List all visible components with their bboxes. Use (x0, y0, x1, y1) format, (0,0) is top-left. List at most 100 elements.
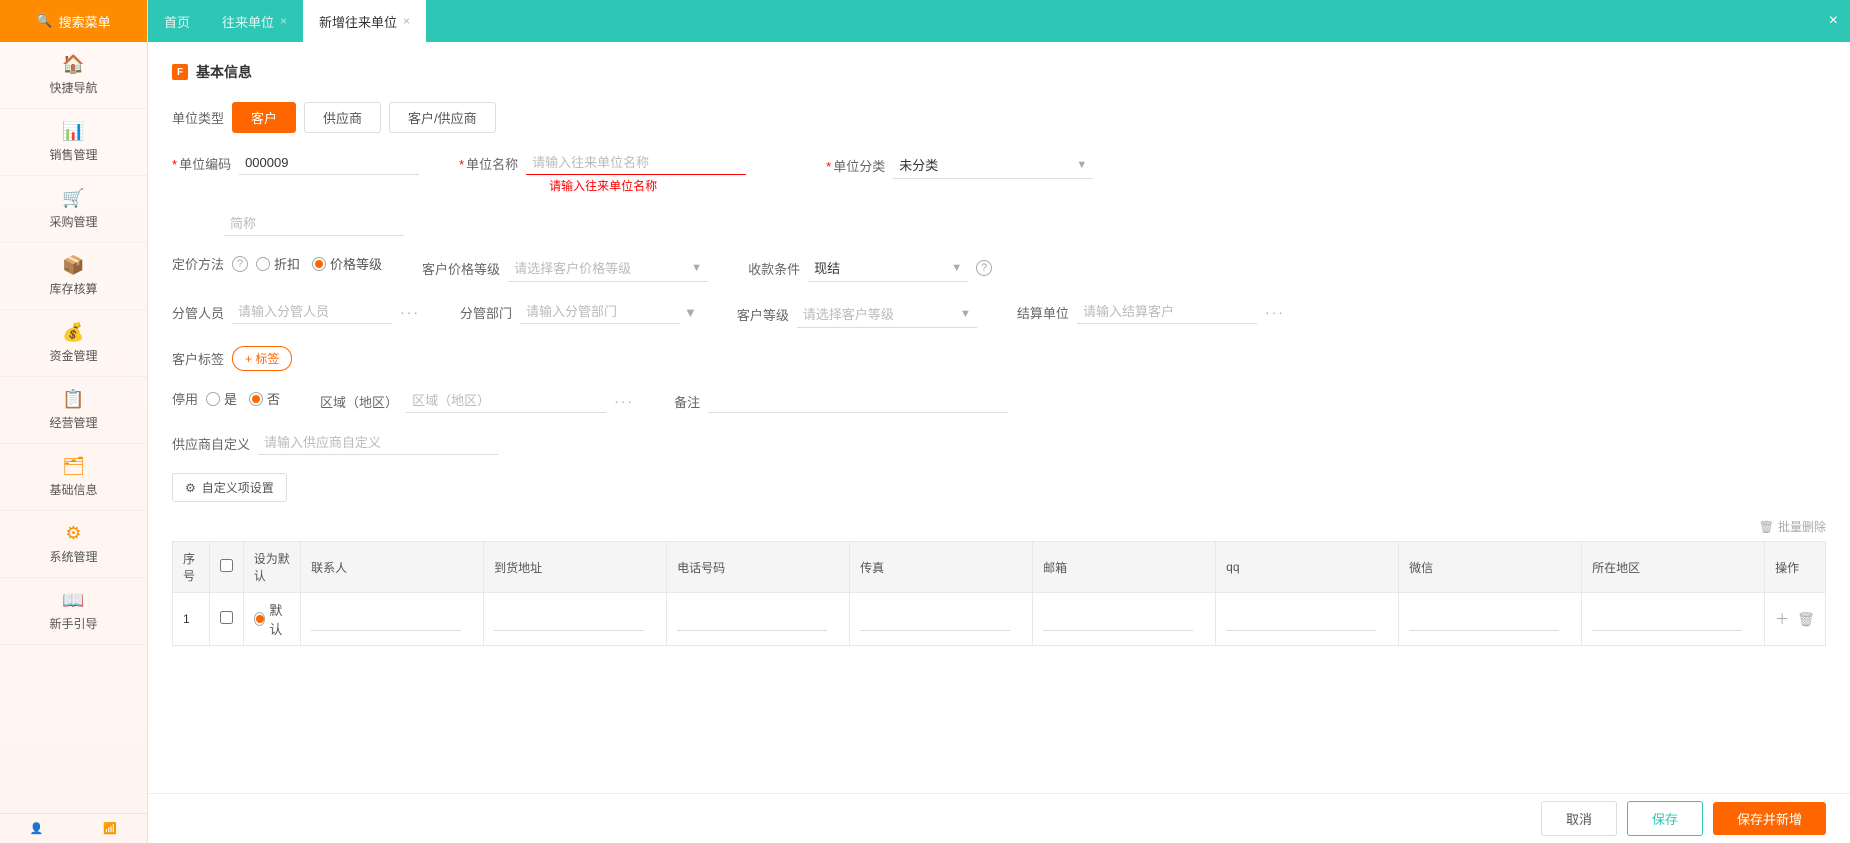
tab-new-contact-close[interactable]: × (403, 14, 410, 28)
add-tag-button[interactable]: + 标签 (232, 346, 292, 371)
sidebar-item-guide[interactable]: 📖 新手引导 (0, 578, 147, 645)
check-all[interactable] (220, 559, 233, 572)
search-icon: 🔍 (36, 13, 52, 29)
tab-new-contact[interactable]: 新增往来单位 × (303, 0, 426, 42)
tab-contacts-label: 往来单位 (222, 12, 274, 31)
batch-delete-label[interactable]: 批量删除 (1778, 518, 1826, 535)
batch-delete-area: 🗑 批量删除 (172, 518, 1826, 535)
row-email-input[interactable] (1043, 607, 1193, 631)
row-contact-input[interactable] (311, 607, 461, 631)
disabled-label: 停用 (172, 389, 198, 408)
settlement-unit-input[interactable] (1077, 300, 1257, 324)
row-delete-icon[interactable]: 🗑 (1797, 611, 1815, 628)
manager-dots[interactable]: ··· (400, 304, 420, 320)
payment-terms-label: 收款条件 (748, 259, 800, 278)
row-qq-input[interactable] (1226, 607, 1376, 631)
unit-code-input[interactable] (239, 151, 419, 175)
row-default-label: 默认 (269, 600, 290, 638)
row-wechat-input[interactable] (1409, 607, 1559, 631)
sidebar-item-finance[interactable]: 💰 资金管理 (0, 310, 147, 377)
unit-name-col: *单位名称 请输入往来单位名称 (459, 151, 786, 194)
radio-no-label: 否 (267, 389, 280, 408)
row-checkbox[interactable] (220, 611, 233, 624)
row-region-input[interactable] (1592, 607, 1742, 631)
contacts-table: 序号 设为默认 联系人 到货地址 电话号码 传真 邮箱 qq 微信 所在地区 操… (172, 541, 1826, 646)
td-action: ＋ 🗑 (1765, 593, 1826, 646)
radio-no[interactable]: 否 (249, 389, 280, 408)
row-phone-input[interactable] (677, 607, 827, 631)
table-row: 1 默认 (173, 593, 1826, 646)
save-button[interactable]: 保存 (1627, 801, 1703, 836)
sidebar-label-inventory: 库存核算 (49, 280, 97, 297)
td-fax (850, 593, 1033, 646)
sidebar-item-sales[interactable]: 📊 销售管理 (0, 109, 147, 176)
row-default-radio[interactable]: 默认 (254, 600, 290, 638)
sidebar-item-purchase[interactable]: 🛒 采购管理 (0, 176, 147, 243)
tabs-close-all[interactable]: × (1829, 12, 1838, 30)
supplier-custom-input[interactable] (258, 431, 498, 455)
customer-level-label: 客户等级 (737, 305, 789, 324)
custom-settings-button[interactable]: ⚙ 自定义项设置 (172, 473, 287, 502)
sidebar-user[interactable]: 👤 (0, 814, 74, 843)
sidebar-item-operations[interactable]: 📋 经营管理 (0, 377, 147, 444)
region-label: 区域（地区） (320, 392, 398, 411)
radio-discount[interactable]: 折扣 (256, 254, 300, 273)
payment-terms-help[interactable]: ? (976, 260, 992, 276)
radio-price-level[interactable]: 价格等级 (312, 254, 382, 273)
td-contact (301, 593, 484, 646)
td-seq: 1 (173, 593, 210, 646)
payment-terms-select[interactable]: 现结 ▼ (808, 254, 968, 282)
sidebar-item-inventory[interactable]: 📦 库存核算 (0, 243, 147, 310)
row-address-input[interactable] (494, 607, 644, 631)
th-wechat: 微信 (1399, 542, 1582, 593)
sidebar-item-quick-nav[interactable]: 🏠 快捷导航 (0, 42, 147, 109)
short-name-input[interactable] (224, 212, 404, 236)
disabled-radio-group: 是 否 (206, 389, 280, 408)
manager-input[interactable] (232, 300, 392, 324)
th-contact: 联系人 (301, 542, 484, 593)
supplier-custom-field: 供应商自定义 (172, 431, 498, 455)
unit-code-label: *单位编码 (172, 154, 231, 173)
purchase-icon: 🛒 (62, 188, 84, 209)
customer-price-level-select[interactable]: 请选择客户价格等级 ▼ (508, 254, 708, 282)
tab-home[interactable]: 首页 (148, 0, 206, 42)
btn-both[interactable]: 客户/供应商 (389, 102, 496, 133)
remark-field: 备注 (674, 389, 1008, 413)
row-default-radio-outer (254, 612, 266, 626)
cancel-button[interactable]: 取消 (1541, 801, 1617, 836)
unit-category-select[interactable]: 未分类 ▼ (893, 151, 1093, 179)
region-dots[interactable]: ··· (614, 393, 634, 409)
customer-level-select[interactable]: 请选择客户等级 ▼ (797, 300, 977, 328)
user-icon: 👤 (30, 822, 44, 835)
btn-customer[interactable]: 客户 (232, 102, 296, 133)
department-input[interactable] (520, 300, 680, 324)
pricing-help-icon[interactable]: ? (232, 256, 248, 272)
tab-contacts[interactable]: 往来单位 × (206, 0, 303, 42)
sidebar-item-base-info[interactable]: 🗂 基础信息 (0, 444, 147, 511)
inventory-icon: 📦 (62, 255, 84, 276)
save-new-button[interactable]: 保存并新增 (1713, 802, 1826, 835)
sidebar-item-system[interactable]: ⚙ 系统管理 (0, 511, 147, 578)
region-input[interactable] (406, 389, 606, 413)
td-email (1033, 593, 1216, 646)
unit-type-row: 单位类型 客户 供应商 客户/供应商 (172, 102, 1826, 133)
row-fax-input[interactable] (860, 607, 1010, 631)
tab-contacts-close[interactable]: × (280, 14, 287, 28)
settlement-unit-dots[interactable]: ··· (1265, 304, 1285, 320)
radio-yes[interactable]: 是 (206, 389, 237, 408)
unit-name-input[interactable] (526, 151, 746, 175)
section-icon: F (172, 64, 188, 80)
system-icon: ⚙ (65, 523, 81, 544)
sidebar-search[interactable]: 🔍 搜索菜单 (0, 0, 147, 42)
radio-discount-label: 折扣 (274, 254, 300, 273)
settlement-unit-field: 结算单位 ··· (1017, 300, 1285, 324)
row-add-icon[interactable]: ＋ (1775, 609, 1789, 629)
customer-price-level-field: 客户价格等级 请选择客户价格等级 ▼ (422, 254, 708, 282)
btn-supplier[interactable]: 供应商 (304, 102, 381, 133)
department-chevron: ▼ (684, 305, 697, 320)
customer-price-level-chevron: ▼ (691, 262, 702, 274)
sidebar-signal[interactable]: 📶 (74, 814, 148, 843)
remark-input[interactable] (708, 389, 1008, 413)
pricing-row: 定价方法 ? 折扣 价格等级 客户价格等级 (172, 254, 1826, 282)
sidebar-label-guide: 新手引导 (49, 615, 97, 632)
